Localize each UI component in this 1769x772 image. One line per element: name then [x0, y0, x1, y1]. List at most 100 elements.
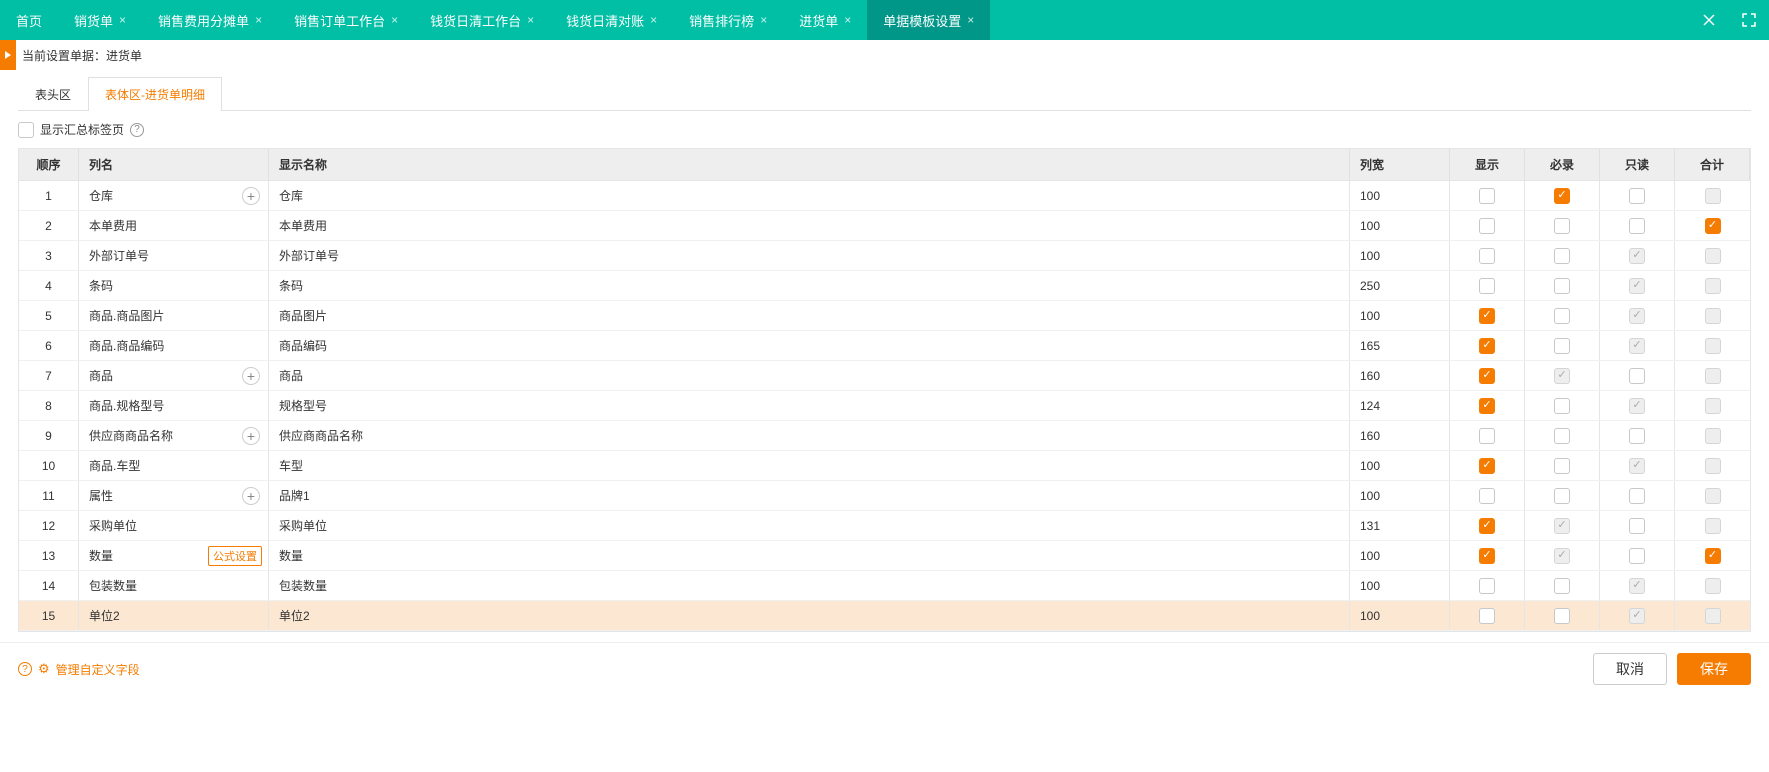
readonly-checkbox[interactable] [1629, 548, 1645, 564]
show-checkbox[interactable] [1479, 578, 1495, 594]
footer-help-icon[interactable]: ? [18, 662, 32, 676]
section-tab[interactable]: 表体区-进货单明细 [88, 77, 222, 111]
table-row[interactable]: 2本单费用本单费用100 [19, 211, 1750, 241]
readonly-checkbox[interactable] [1629, 488, 1645, 504]
formula-button[interactable]: 公式设置 [208, 546, 262, 566]
table-row[interactable]: 6商品.商品编码商品编码165 [19, 331, 1750, 361]
manage-custom-fields-link[interactable]: 管理自定义字段 [56, 661, 140, 678]
cell-width[interactable]: 100 [1350, 541, 1450, 570]
required-checkbox[interactable] [1554, 578, 1570, 594]
required-checkbox[interactable] [1554, 248, 1570, 264]
table-row[interactable]: 1仓库+仓库100 [19, 181, 1750, 211]
section-tab[interactable]: 表头区 [18, 77, 88, 111]
show-checkbox[interactable] [1479, 338, 1495, 354]
required-checkbox[interactable] [1554, 398, 1570, 414]
table-row[interactable]: 9供应商商品名称+供应商商品名称160 [19, 421, 1750, 451]
add-column-icon[interactable]: + [242, 367, 260, 385]
required-checkbox[interactable] [1554, 278, 1570, 294]
cell-display[interactable]: 外部订单号 [269, 241, 1350, 270]
cell-display[interactable]: 单位2 [269, 601, 1350, 630]
required-checkbox[interactable] [1554, 338, 1570, 354]
readonly-checkbox[interactable] [1629, 518, 1645, 534]
top-tab[interactable]: 进货单× [783, 0, 867, 40]
cell-display[interactable]: 商品图片 [269, 301, 1350, 330]
show-checkbox[interactable] [1479, 398, 1495, 414]
required-checkbox[interactable] [1554, 308, 1570, 324]
add-column-icon[interactable]: + [242, 427, 260, 445]
top-tab[interactable]: 销售排行榜× [673, 0, 783, 40]
table-row[interactable]: 11属性+品牌1100 [19, 481, 1750, 511]
tab-close-icon[interactable]: × [760, 13, 767, 27]
readonly-checkbox[interactable] [1629, 428, 1645, 444]
show-checkbox[interactable] [1479, 428, 1495, 444]
readonly-checkbox[interactable] [1629, 218, 1645, 234]
show-checkbox[interactable] [1479, 308, 1495, 324]
tab-close-icon[interactable]: × [650, 13, 657, 27]
close-all-icon[interactable] [1689, 0, 1729, 40]
top-tab[interactable]: 销售费用分摊单× [142, 0, 278, 40]
readonly-checkbox[interactable] [1629, 188, 1645, 204]
help-icon[interactable]: ? [130, 123, 144, 137]
cell-width[interactable]: 100 [1350, 241, 1450, 270]
table-row[interactable]: 3外部订单号外部订单号100 [19, 241, 1750, 271]
cell-width[interactable]: 131 [1350, 511, 1450, 540]
required-checkbox[interactable] [1554, 458, 1570, 474]
cell-display[interactable]: 数量 [269, 541, 1350, 570]
cell-width[interactable]: 100 [1350, 451, 1450, 480]
add-column-icon[interactable]: + [242, 187, 260, 205]
table-row[interactable]: 4条码条码250 [19, 271, 1750, 301]
required-checkbox[interactable] [1554, 488, 1570, 504]
top-tab[interactable]: 钱货日清工作台× [414, 0, 550, 40]
show-checkbox[interactable] [1479, 218, 1495, 234]
cell-width[interactable]: 100 [1350, 181, 1450, 210]
tab-close-icon[interactable]: × [967, 13, 974, 27]
cell-width[interactable]: 100 [1350, 601, 1450, 630]
cell-display[interactable]: 品牌1 [269, 481, 1350, 510]
table-row[interactable]: 12采购单位采购单位131 [19, 511, 1750, 541]
readonly-checkbox[interactable] [1629, 368, 1645, 384]
required-checkbox[interactable] [1554, 608, 1570, 624]
table-row[interactable]: 10商品.车型车型100 [19, 451, 1750, 481]
cell-display[interactable]: 规格型号 [269, 391, 1350, 420]
top-tab[interactable]: 单据模板设置× [867, 0, 990, 40]
top-tab[interactable]: 首页 [0, 0, 58, 40]
top-tab[interactable]: 钱货日清对账× [550, 0, 673, 40]
show-checkbox[interactable] [1479, 608, 1495, 624]
top-tab[interactable]: 销售订单工作台× [278, 0, 414, 40]
show-checkbox[interactable] [1479, 518, 1495, 534]
cell-width[interactable]: 165 [1350, 331, 1450, 360]
cell-display[interactable]: 条码 [269, 271, 1350, 300]
tab-close-icon[interactable]: × [255, 13, 262, 27]
table-row[interactable]: 7商品+商品160 [19, 361, 1750, 391]
fullscreen-icon[interactable] [1729, 0, 1769, 40]
table-row[interactable]: 8商品.规格型号规格型号124 [19, 391, 1750, 421]
show-checkbox[interactable] [1479, 548, 1495, 564]
cell-display[interactable]: 采购单位 [269, 511, 1350, 540]
cell-width[interactable]: 100 [1350, 571, 1450, 600]
required-checkbox[interactable] [1554, 428, 1570, 444]
cell-display[interactable]: 包装数量 [269, 571, 1350, 600]
show-checkbox[interactable] [1479, 278, 1495, 294]
tab-close-icon[interactable]: × [391, 13, 398, 27]
show-summary-checkbox[interactable] [18, 122, 34, 138]
save-button[interactable]: 保存 [1677, 653, 1751, 685]
cell-display[interactable]: 本单费用 [269, 211, 1350, 240]
required-checkbox[interactable] [1554, 218, 1570, 234]
table-row[interactable]: 13数量公式设置数量100 [19, 541, 1750, 571]
cell-width[interactable]: 124 [1350, 391, 1450, 420]
tab-close-icon[interactable]: × [119, 13, 126, 27]
cell-display[interactable]: 仓库 [269, 181, 1350, 210]
show-checkbox[interactable] [1479, 368, 1495, 384]
show-checkbox[interactable] [1479, 248, 1495, 264]
top-tab[interactable]: 销货单× [58, 0, 142, 40]
cell-width[interactable]: 100 [1350, 481, 1450, 510]
cell-display[interactable]: 商品编码 [269, 331, 1350, 360]
total-checkbox[interactable] [1705, 218, 1721, 234]
show-checkbox[interactable] [1479, 188, 1495, 204]
cell-display[interactable]: 供应商商品名称 [269, 421, 1350, 450]
cell-width[interactable]: 160 [1350, 421, 1450, 450]
cell-width[interactable]: 100 [1350, 211, 1450, 240]
cell-display[interactable]: 商品 [269, 361, 1350, 390]
expand-chevron-icon[interactable] [0, 40, 16, 70]
tab-close-icon[interactable]: × [844, 13, 851, 27]
